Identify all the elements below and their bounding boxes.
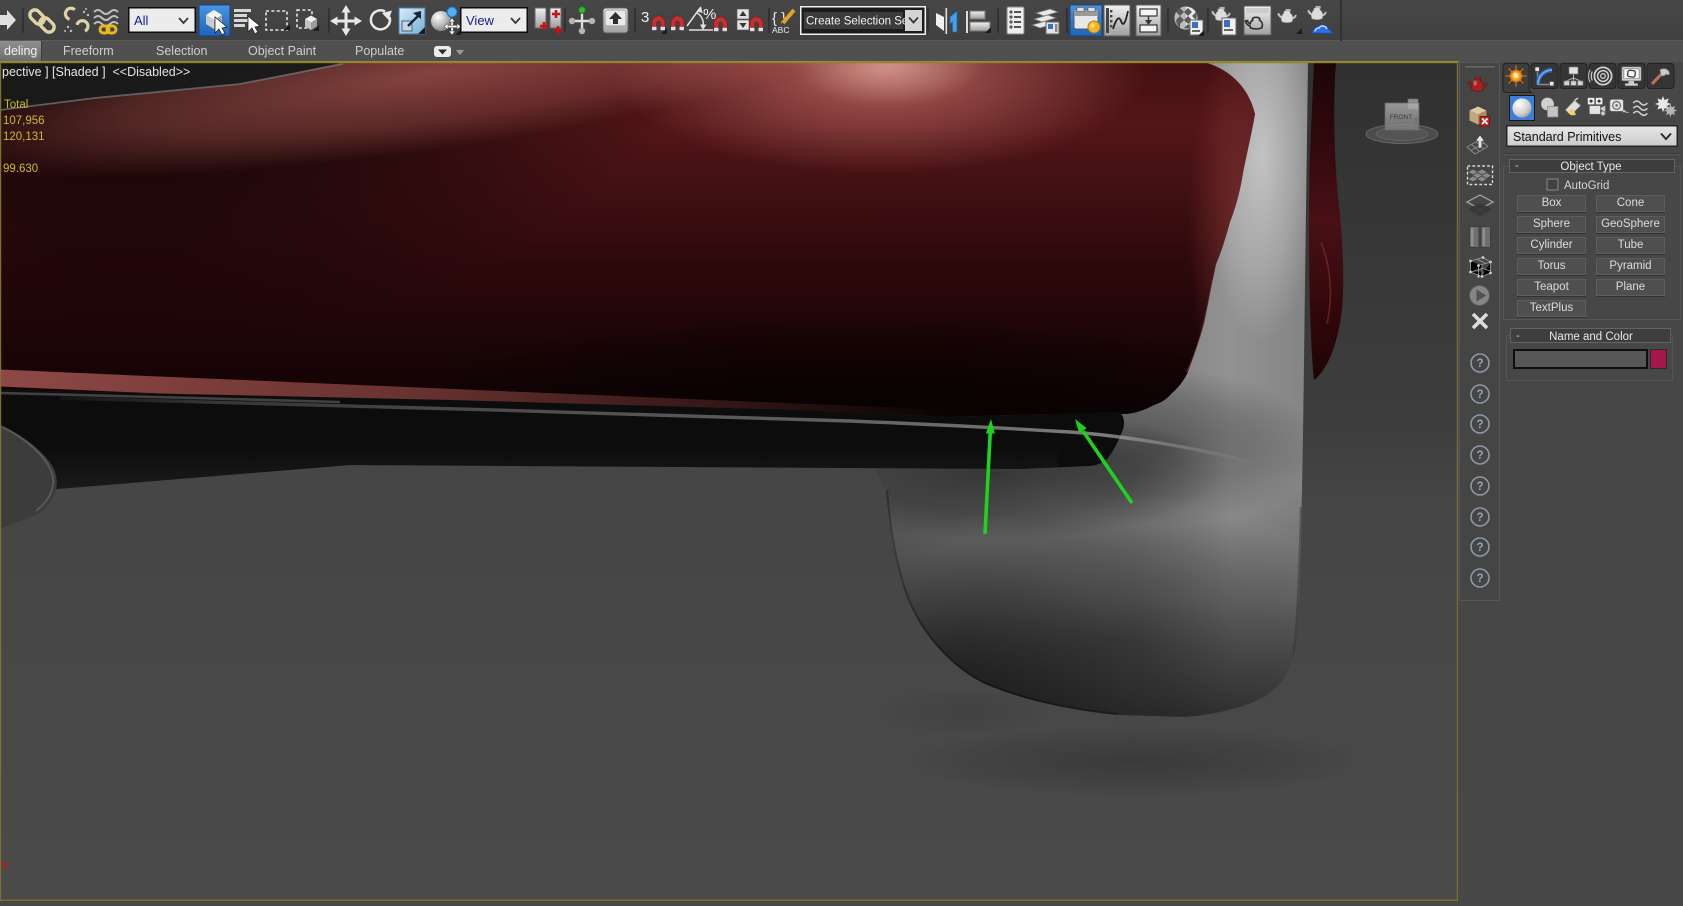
svg-text:All: All xyxy=(134,13,149,28)
svg-text:FRONT: FRONT xyxy=(1390,114,1412,121)
svg-text:View: View xyxy=(466,13,495,28)
svg-text:?: ? xyxy=(1476,481,1483,493)
svg-text:-: - xyxy=(1516,330,1520,342)
svg-text:Object Type: Object Type xyxy=(1560,161,1621,173)
svg-text:AutoGrid: AutoGrid xyxy=(1564,180,1609,192)
svg-text:3: 3 xyxy=(641,9,649,26)
svg-text:ABC: ABC xyxy=(772,25,789,35)
svg-text:?: ? xyxy=(1476,419,1483,431)
svg-text:Name and Color: Name and Color xyxy=(1549,331,1633,343)
svg-text:?: ? xyxy=(1476,358,1483,370)
svg-text:?: ? xyxy=(1476,450,1483,462)
svg-text:Create Selection Se: Create Selection Se xyxy=(806,16,908,28)
svg-text:%: % xyxy=(703,6,716,23)
svg-text:-: - xyxy=(1515,160,1519,172)
svg-text:?: ? xyxy=(1476,389,1483,401)
svg-text:?: ? xyxy=(1476,542,1483,554)
svg-text:Y: Y xyxy=(1414,118,1418,124)
svg-text:Standard Primitives: Standard Primitives xyxy=(1513,130,1621,144)
svg-text:?: ? xyxy=(1476,512,1483,524)
svg-text:?: ? xyxy=(1476,573,1483,585)
